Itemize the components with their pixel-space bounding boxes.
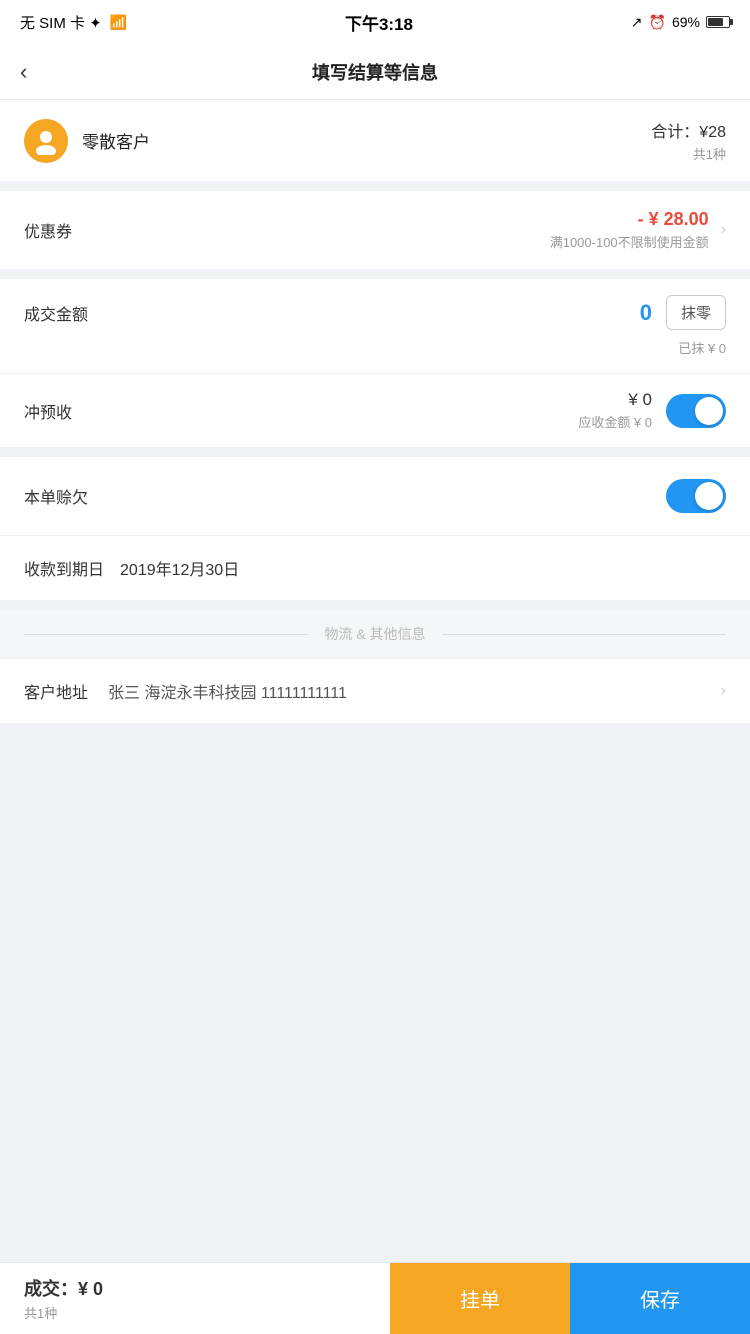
total-count: 共1种 <box>651 144 726 163</box>
customer-name: 零散客户 <box>82 128 150 153</box>
prepay-sub: 应收金额 ¥ 0 <box>578 412 652 431</box>
debt-label: 本单赊欠 <box>24 484 88 508</box>
status-left: 无 SIM 卡 ✦ 📶 <box>20 12 127 33</box>
bottom-deal-label: 成交： <box>24 1279 78 1299</box>
battery-percent: 69% <box>672 14 700 30</box>
prepay-amounts: ¥ 0 应收金额 ¥ 0 <box>578 390 652 431</box>
sim-status: 无 SIM 卡 ✦ <box>20 12 102 33</box>
page-title: 填写结算等信息 <box>312 59 438 85</box>
prepay-row: 冲预收 ¥ 0 应收金额 ¥ 0 <box>0 373 750 447</box>
logistics-header: 物流 & 其他信息 <box>0 610 750 658</box>
coupon-label: 优惠券 <box>24 218 72 242</box>
status-time: 下午3:18 <box>345 10 413 35</box>
deal-amount-label: 成交金额 <box>24 301 88 325</box>
battery-icon <box>706 16 730 28</box>
bottom-bar: 成交：¥ 0 共1种 挂单 保存 <box>0 1262 750 1334</box>
status-bar: 无 SIM 卡 ✦ 📶 下午3:18 ↗ ⏰ 69% <box>0 0 750 44</box>
total-amount: 合计：¥28 <box>651 118 726 142</box>
prepay-right: ¥ 0 应收金额 ¥ 0 <box>578 390 726 431</box>
deal-right: 0 抹零 <box>640 295 726 330</box>
bottom-deal-value: ¥ 0 <box>78 1279 103 1299</box>
customer-avatar <box>24 119 68 163</box>
coupon-row[interactable]: 优惠券 - ¥ 28.00 满1000-100不限制使用金额 › <box>0 191 750 269</box>
toggle-knob <box>695 397 723 425</box>
bottom-count: 共1种 <box>24 1303 366 1322</box>
debt-section: 本单赊欠 收款到期日 2019年12月30日 <box>0 457 750 600</box>
location-icon: ↗ <box>631 14 643 31</box>
coupon-section[interactable]: 优惠券 - ¥ 28.00 满1000-100不限制使用金额 › <box>0 191 750 269</box>
wifi-icon: 📶 <box>110 14 127 31</box>
coupon-desc: 满1000-100不限制使用金额 <box>550 232 709 251</box>
bottom-left: 成交：¥ 0 共1种 <box>0 1275 390 1322</box>
address-chevron-icon: › <box>721 682 726 700</box>
logistics-line-right <box>442 634 726 635</box>
logistics-title: 物流 & 其他信息 <box>308 624 441 644</box>
debt-row: 本单赊欠 <box>0 457 750 535</box>
logistics-section: 物流 & 其他信息 客户地址 张三 海淀永丰科技园 11111111111 › <box>0 610 750 723</box>
user-icon <box>32 127 60 155</box>
round-off-button[interactable]: 抹零 <box>666 295 726 330</box>
customer-left: 零散客户 <box>24 119 150 163</box>
deal-value: 0 <box>640 300 652 326</box>
customer-row: 零散客户 合计：¥28 共1种 <box>0 100 750 181</box>
coupon-chevron-icon: › <box>721 221 726 239</box>
prepay-label: 冲预收 <box>24 399 72 423</box>
due-date-label: 收款到期日 <box>24 556 104 580</box>
deal-section: 成交金额 0 抹零 已抹 ¥ 0 冲预收 ¥ 0 应收金额 ¥ 0 <box>0 279 750 447</box>
back-button[interactable]: ‹ <box>20 59 27 85</box>
debt-toggle[interactable] <box>666 479 726 513</box>
prepay-main: ¥ 0 <box>578 390 652 410</box>
due-date-row: 收款到期日 2019年12月30日 <box>0 535 750 600</box>
status-right: ↗ ⏰ 69% <box>631 14 730 31</box>
alarm-icon: ⏰ <box>649 14 666 31</box>
logistics-line-left <box>24 634 308 635</box>
prepay-toggle[interactable] <box>666 394 726 428</box>
coupon-amount: - ¥ 28.00 <box>550 209 709 230</box>
customer-section: 零散客户 合计：¥28 共1种 <box>0 100 750 181</box>
address-value: 张三 海淀永丰科技园 11111111111 <box>108 679 721 703</box>
save-button[interactable]: 保存 <box>570 1263 750 1334</box>
customer-right: 合计：¥28 共1种 <box>651 118 726 163</box>
deal-amount-row: 成交金额 0 抹零 <box>0 279 750 338</box>
bottom-deal: 成交：¥ 0 <box>24 1275 366 1301</box>
debt-toggle-knob <box>695 482 723 510</box>
nav-bar: ‹ 填写结算等信息 <box>0 44 750 100</box>
deal-sub-text: 已抹 ¥ 0 <box>0 338 750 373</box>
coupon-right: - ¥ 28.00 满1000-100不限制使用金额 › <box>550 209 726 251</box>
hold-order-button[interactable]: 挂单 <box>390 1263 570 1334</box>
due-date-value: 2019年12月30日 <box>120 556 239 580</box>
address-row[interactable]: 客户地址 张三 海淀永丰科技园 11111111111 › <box>0 658 750 723</box>
address-label: 客户地址 <box>24 679 88 703</box>
